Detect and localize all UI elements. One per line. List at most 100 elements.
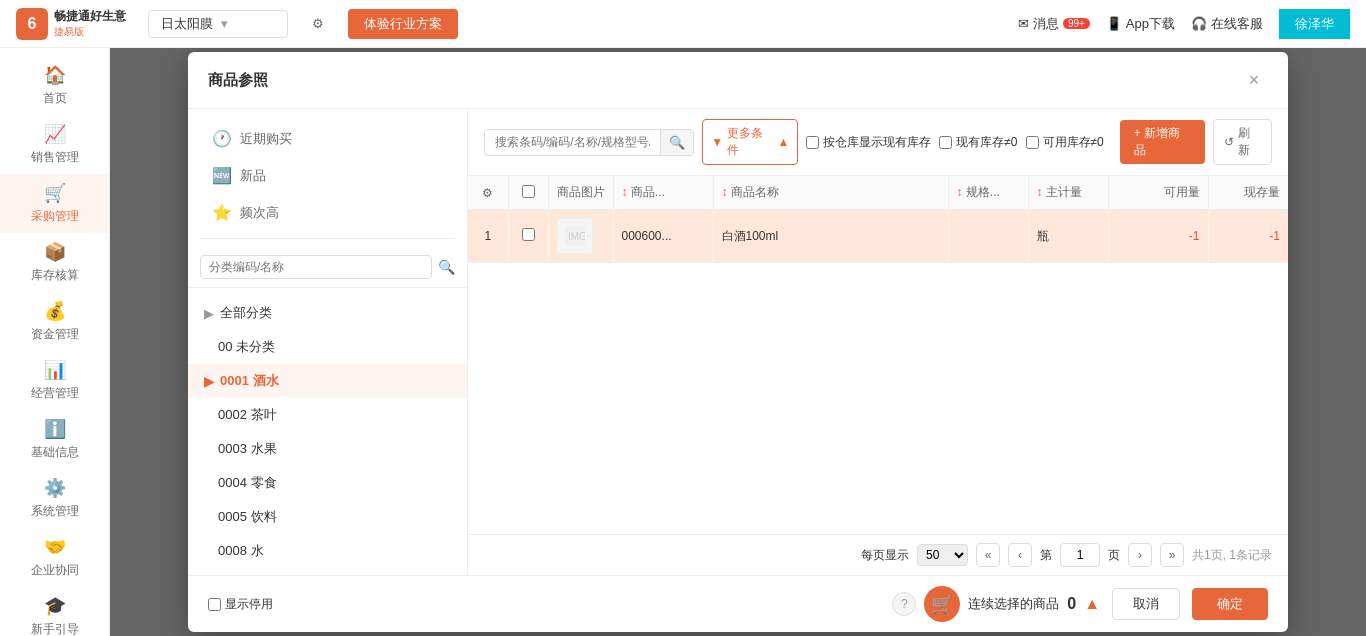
- refresh-icon: ↺: [1224, 135, 1234, 149]
- col-stock-header: 现存量: [1208, 176, 1288, 210]
- row-spec: [948, 210, 1028, 263]
- svg-text:IMG: IMG: [568, 231, 585, 242]
- category-beverage[interactable]: 0005 饮料: [188, 500, 467, 534]
- star-icon: ⭐: [212, 203, 232, 222]
- select-all-checkbox[interactable]: [522, 185, 535, 198]
- category-tea[interactable]: 0002 茶叶: [188, 398, 467, 432]
- product-search-input[interactable]: [485, 130, 660, 154]
- help-icon[interactable]: ?: [892, 592, 916, 616]
- enterprise-icon: 🤝: [44, 536, 66, 558]
- sort-code-icon: ↕: [622, 185, 628, 199]
- sidebar-item-finance[interactable]: 💰 资金管理: [0, 292, 109, 351]
- row-code: 000600...: [613, 210, 713, 263]
- prev-page-button[interactable]: ‹: [1008, 543, 1032, 567]
- more-filter-button[interactable]: ▼ 更多条件 ▲: [702, 119, 798, 165]
- system-icon: ⚙️: [44, 477, 66, 499]
- category-snack[interactable]: 0004 零食: [188, 466, 467, 500]
- user-area[interactable]: 徐泽华: [1279, 9, 1350, 39]
- page-number-input[interactable]: [1060, 543, 1100, 567]
- modal-title: 商品参照: [208, 71, 268, 90]
- row-check[interactable]: [508, 210, 548, 263]
- nonzero-stock-checkbox[interactable]: 现有库存≠0: [939, 134, 1017, 151]
- purchase-icon: 🛒: [44, 182, 66, 204]
- business-icon: 📊: [44, 359, 66, 381]
- top-nav: 6 畅捷通好生意 捷易版 日太阳膜 ▾ ⚙ 体验行业方案 ✉ 消息 99+ 📱 …: [0, 0, 1366, 48]
- filter-icon: ▼: [711, 135, 723, 149]
- category-search-bar: 🔍: [188, 247, 467, 288]
- left-divider: [200, 238, 455, 239]
- table-header-row: ⚙ 商品图片 ↕: [468, 176, 1288, 210]
- product-image: IMG: [557, 218, 593, 254]
- confirm-button[interactable]: 确定: [1192, 588, 1268, 620]
- sidebar-item-sales[interactable]: 📈 销售管理: [0, 115, 109, 174]
- col-unit-header[interactable]: ↕ 主计量: [1028, 176, 1108, 210]
- recent-purchase-tab[interactable]: 🕐 近期购买: [200, 121, 455, 156]
- trial-button[interactable]: 体验行业方案: [348, 9, 458, 39]
- sidebar-item-inventory[interactable]: 📦 库存核算: [0, 233, 109, 292]
- col-spec-header[interactable]: ↕ 规格...: [948, 176, 1028, 210]
- main-layout: 🏠 首页 📈 销售管理 🛒 采购管理 📦 库存核算 💰 资金管理 📊 经营管理 …: [0, 48, 1366, 636]
- per-page-select[interactable]: 50 10 20 100: [917, 544, 968, 566]
- refresh-button[interactable]: ↺ 刷新: [1213, 119, 1272, 165]
- sidebar-item-business[interactable]: 📊 经营管理: [0, 351, 109, 410]
- logo-icon: 6: [16, 8, 48, 40]
- settings-icon[interactable]: ⚙: [300, 6, 336, 42]
- store-selector[interactable]: 日太阳膜 ▾: [148, 10, 288, 38]
- modal-close-button[interactable]: ×: [1240, 66, 1268, 94]
- online-service-btn[interactable]: 🎧 在线客服: [1191, 15, 1263, 33]
- inventory-icon: 📦: [44, 241, 66, 263]
- category-uncategorized[interactable]: 00 未分类: [188, 330, 467, 364]
- table-row[interactable]: 1 IMG: [468, 210, 1288, 263]
- messages-btn[interactable]: ✉ 消息 99+: [1018, 15, 1090, 33]
- arrow-right-icon: ▶: [204, 306, 214, 321]
- nonzero-available-checkbox[interactable]: 可用库存≠0: [1026, 134, 1104, 151]
- sidebar-item-home[interactable]: 🏠 首页: [0, 56, 109, 115]
- category-search-icon[interactable]: 🔍: [438, 259, 455, 275]
- show-disabled-checkbox[interactable]: 显示停用: [208, 596, 273, 613]
- next-page-button[interactable]: ›: [1128, 543, 1152, 567]
- cart-label: 连续选择的商品: [968, 595, 1059, 613]
- sales-icon: 📈: [44, 123, 66, 145]
- row-img: IMG: [548, 210, 613, 263]
- row-avail: -1: [1108, 210, 1208, 263]
- col-check-header[interactable]: [508, 176, 548, 210]
- add-product-button[interactable]: + 新增商品: [1120, 120, 1205, 164]
- category-all[interactable]: ▶ 全部分类: [188, 296, 467, 330]
- category-fruit[interactable]: 0003 水果: [188, 432, 467, 466]
- col-img-header: 商品图片: [548, 176, 613, 210]
- product-modal: 商品参照 × 🕐 近期购买 🆕: [188, 52, 1288, 632]
- category-search-input[interactable]: [200, 255, 432, 279]
- frequent-tab[interactable]: ⭐ 频次高: [200, 195, 455, 230]
- sidebar-item-system[interactable]: ⚙️ 系统管理: [0, 469, 109, 528]
- modal-footer: 显示停用 ? 🛒 连续选择的商品 0 ▲ 取消 确定: [188, 575, 1288, 632]
- nav-right: ✉ 消息 99+ 📱 App下载 🎧 在线客服 徐泽华: [1018, 9, 1350, 39]
- guide-icon: 🎓: [44, 595, 66, 617]
- sort-unit-icon: ↕: [1037, 185, 1043, 199]
- sort-spec-icon: ↕: [957, 185, 963, 199]
- category-water[interactable]: 0008 水: [188, 534, 467, 563]
- sidebar-item-enterprise[interactable]: 🤝 企业协同: [0, 528, 109, 587]
- sidebar-item-purchase[interactable]: 🛒 采购管理: [0, 174, 109, 233]
- first-page-button[interactable]: «: [976, 543, 1000, 567]
- cart-collapse-icon[interactable]: ▲: [1084, 595, 1100, 613]
- cancel-button[interactable]: 取消: [1112, 588, 1180, 620]
- col-avail-header: 可用量: [1108, 176, 1208, 210]
- cart-button[interactable]: 🛒: [924, 586, 960, 622]
- col-code-header[interactable]: ↕ 商品...: [613, 176, 713, 210]
- finance-icon: 💰: [44, 300, 66, 322]
- cart-count: 0: [1067, 595, 1076, 613]
- row-unit: 瓶: [1028, 210, 1108, 263]
- category-liquor[interactable]: ▶ 0001 酒水: [188, 364, 467, 398]
- app-download-btn[interactable]: 📱 App下载: [1106, 15, 1175, 33]
- total-pages-info: 共1页, 1条记录: [1192, 547, 1272, 564]
- col-gear-header[interactable]: ⚙: [468, 176, 508, 210]
- last-page-button[interactable]: »: [1160, 543, 1184, 567]
- col-name-header[interactable]: ↕ 商品名称: [713, 176, 948, 210]
- pagination-bar: 每页显示 50 10 20 100 « ‹ 第 页: [468, 534, 1288, 575]
- row-num: 1: [468, 210, 508, 263]
- warehouse-stock-checkbox[interactable]: 按仓库显示现有库存: [806, 134, 931, 151]
- sidebar-item-basic[interactable]: ℹ️ 基础信息: [0, 410, 109, 469]
- sidebar-item-guide[interactable]: 🎓 新手引导: [0, 587, 109, 636]
- product-search-button[interactable]: 🔍: [660, 130, 693, 155]
- new-products-tab[interactable]: 🆕 新品: [200, 158, 455, 193]
